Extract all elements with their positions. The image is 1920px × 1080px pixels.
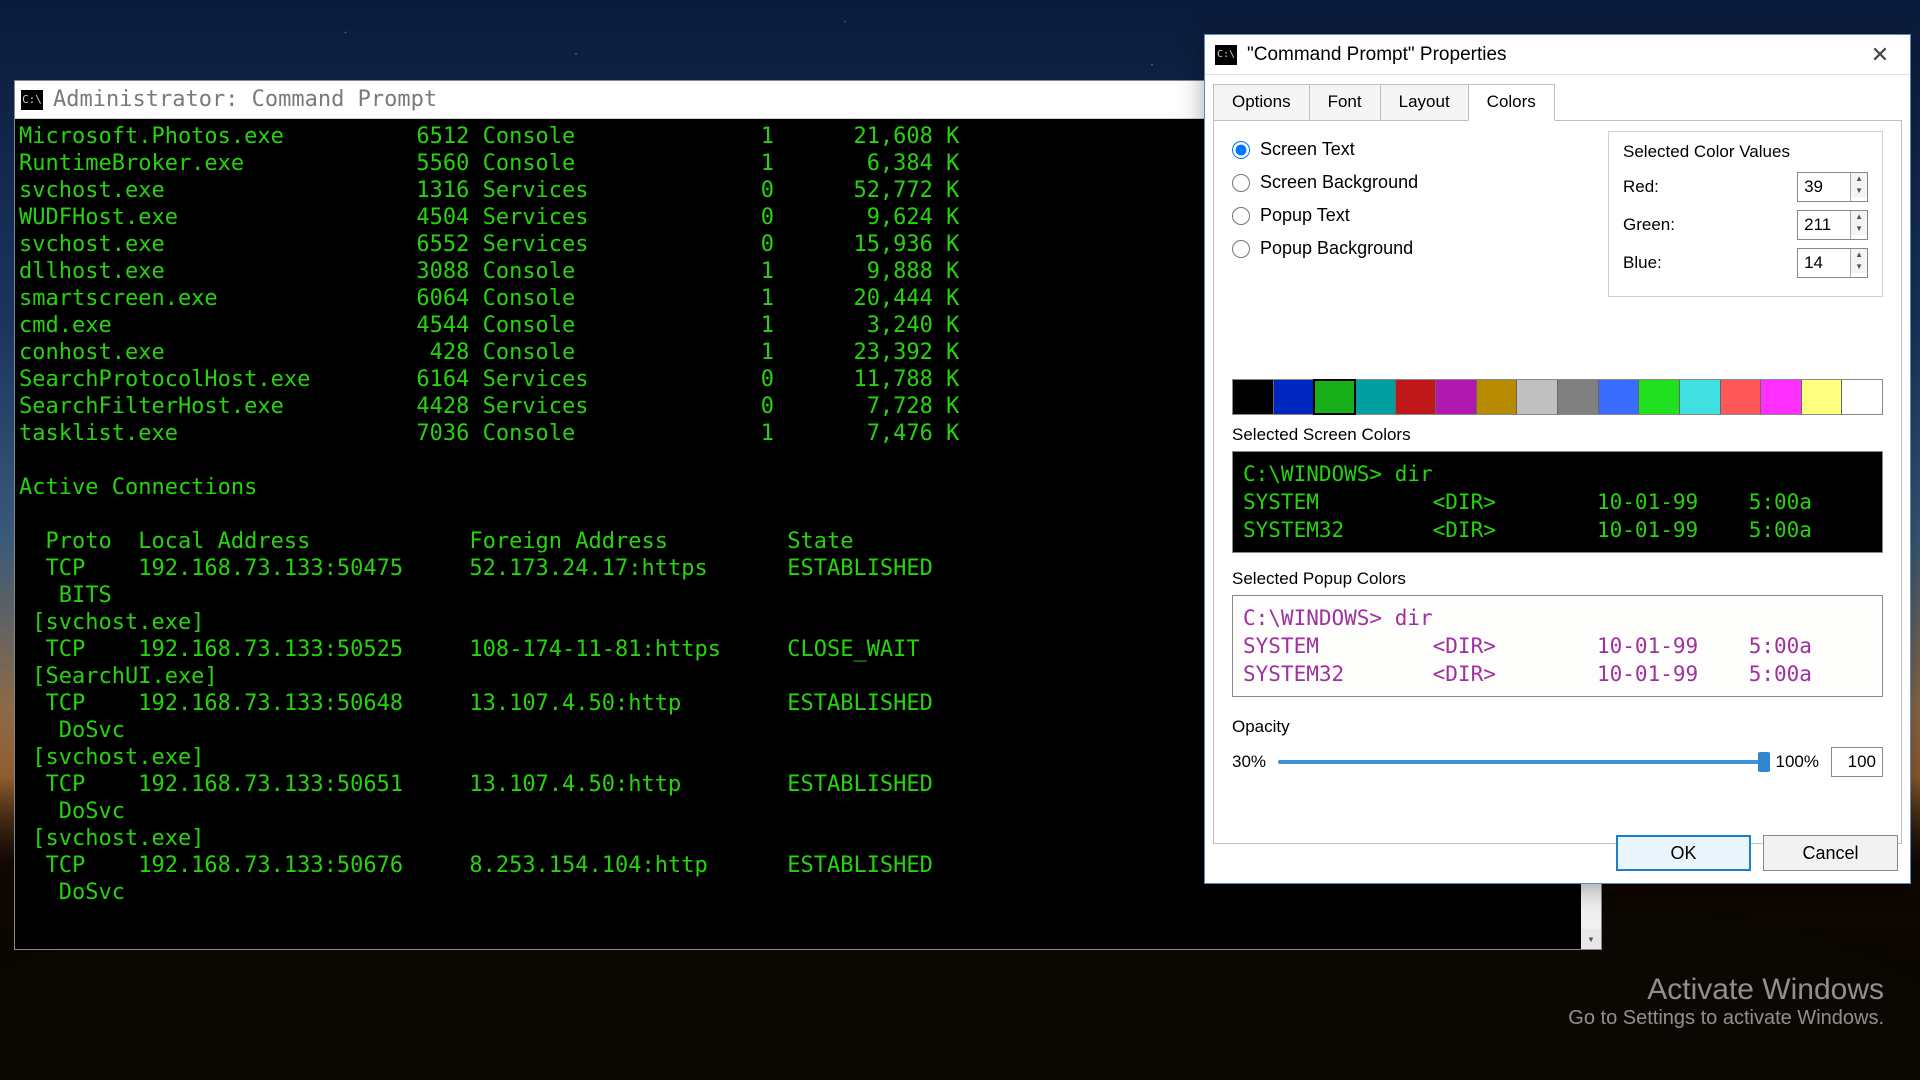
ok-button[interactable]: OK <box>1616 835 1751 871</box>
close-button[interactable]: ✕ <box>1860 42 1900 68</box>
opacity-section: Opacity 30% 100% <box>1232 717 1883 777</box>
spin-up-icon[interactable]: ▲ <box>1851 211 1867 223</box>
screen-preview-label: Selected Screen Colors <box>1232 425 1883 445</box>
green-spinner[interactable]: ▲▼ <box>1797 210 1868 240</box>
blue-input[interactable] <box>1798 249 1850 277</box>
red-input[interactable] <box>1798 173 1850 201</box>
palette-swatch-15[interactable] <box>1842 380 1882 414</box>
popup-preview-label: Selected Popup Colors <box>1232 569 1883 589</box>
properties-title: "Command Prompt" Properties <box>1247 44 1860 66</box>
popup-colors-preview: C:\WINDOWS> dir SYSTEM <DIR> 10-01-99 5:… <box>1232 595 1883 697</box>
slider-thumb[interactable] <box>1758 752 1770 772</box>
properties-titlebar[interactable]: C:\ "Command Prompt" Properties ✕ <box>1205 35 1910 75</box>
opacity-slider[interactable] <box>1278 760 1763 764</box>
tab-strip: Options Font Layout Colors <box>1205 75 1910 120</box>
tab-colors[interactable]: Colors <box>1468 84 1555 121</box>
spin-down-icon[interactable]: ▼ <box>1851 185 1867 197</box>
palette-swatch-8[interactable] <box>1558 380 1599 414</box>
tab-font[interactable]: Font <box>1309 84 1381 121</box>
radio-popup-bg-input[interactable] <box>1232 240 1250 258</box>
scroll-down-icon[interactable]: ▾ <box>1581 929 1601 949</box>
palette-swatch-3[interactable] <box>1355 380 1396 414</box>
blue-spinner[interactable]: ▲▼ <box>1797 248 1868 278</box>
palette-swatch-7[interactable] <box>1517 380 1558 414</box>
spin-down-icon[interactable]: ▼ <box>1851 223 1867 235</box>
green-label: Green: <box>1623 215 1693 235</box>
red-label: Red: <box>1623 177 1693 197</box>
palette-swatch-0[interactable] <box>1233 380 1274 414</box>
cancel-button[interactable]: Cancel <box>1763 835 1898 871</box>
screen-colors-preview: C:\WINDOWS> dir SYSTEM <DIR> 10-01-99 5:… <box>1232 451 1883 553</box>
cmd-icon: C:\ <box>1215 45 1237 65</box>
dialog-buttons: OK Cancel <box>1616 835 1898 871</box>
selected-color-values: Selected Color Values Red: ▲▼ Green: ▲▼ … <box>1608 131 1883 297</box>
spin-up-icon[interactable]: ▲ <box>1851 249 1867 261</box>
palette-swatch-5[interactable] <box>1436 380 1477 414</box>
color-palette <box>1232 379 1883 415</box>
opacity-min: 30% <box>1232 752 1266 772</box>
properties-dialog: C:\ "Command Prompt" Properties ✕ Option… <box>1204 34 1911 884</box>
spin-down-icon[interactable]: ▼ <box>1851 261 1867 273</box>
colors-panel: Screen Text Screen Background Popup Text… <box>1213 120 1902 844</box>
palette-swatch-2[interactable] <box>1314 380 1355 414</box>
opacity-input[interactable] <box>1831 747 1883 777</box>
tab-layout[interactable]: Layout <box>1380 84 1469 121</box>
palette-swatch-6[interactable] <box>1477 380 1518 414</box>
palette-swatch-11[interactable] <box>1680 380 1721 414</box>
radio-popup-text-input[interactable] <box>1232 207 1250 225</box>
palette-swatch-9[interactable] <box>1599 380 1640 414</box>
activate-windows-watermark: Activate Windows Go to Settings to activ… <box>1568 973 1884 1030</box>
opacity-label: Opacity <box>1232 717 1883 737</box>
palette-swatch-10[interactable] <box>1639 380 1680 414</box>
palette-swatch-14[interactable] <box>1802 380 1843 414</box>
green-input[interactable] <box>1798 211 1850 239</box>
palette-swatch-1[interactable] <box>1274 380 1315 414</box>
palette-swatch-4[interactable] <box>1396 380 1437 414</box>
blue-label: Blue: <box>1623 253 1693 273</box>
palette-swatch-13[interactable] <box>1761 380 1802 414</box>
radio-screen-text-input[interactable] <box>1232 141 1250 159</box>
radio-screen-bg-input[interactable] <box>1232 174 1250 192</box>
spin-up-icon[interactable]: ▲ <box>1851 173 1867 185</box>
tab-options[interactable]: Options <box>1213 84 1310 121</box>
red-spinner[interactable]: ▲▼ <box>1797 172 1868 202</box>
rgb-header: Selected Color Values <box>1623 142 1868 162</box>
cmd-title: Administrator: Command Prompt <box>53 87 437 112</box>
cmd-icon: C:\ <box>21 90 43 110</box>
palette-swatch-12[interactable] <box>1721 380 1762 414</box>
opacity-max: 100% <box>1776 752 1819 772</box>
